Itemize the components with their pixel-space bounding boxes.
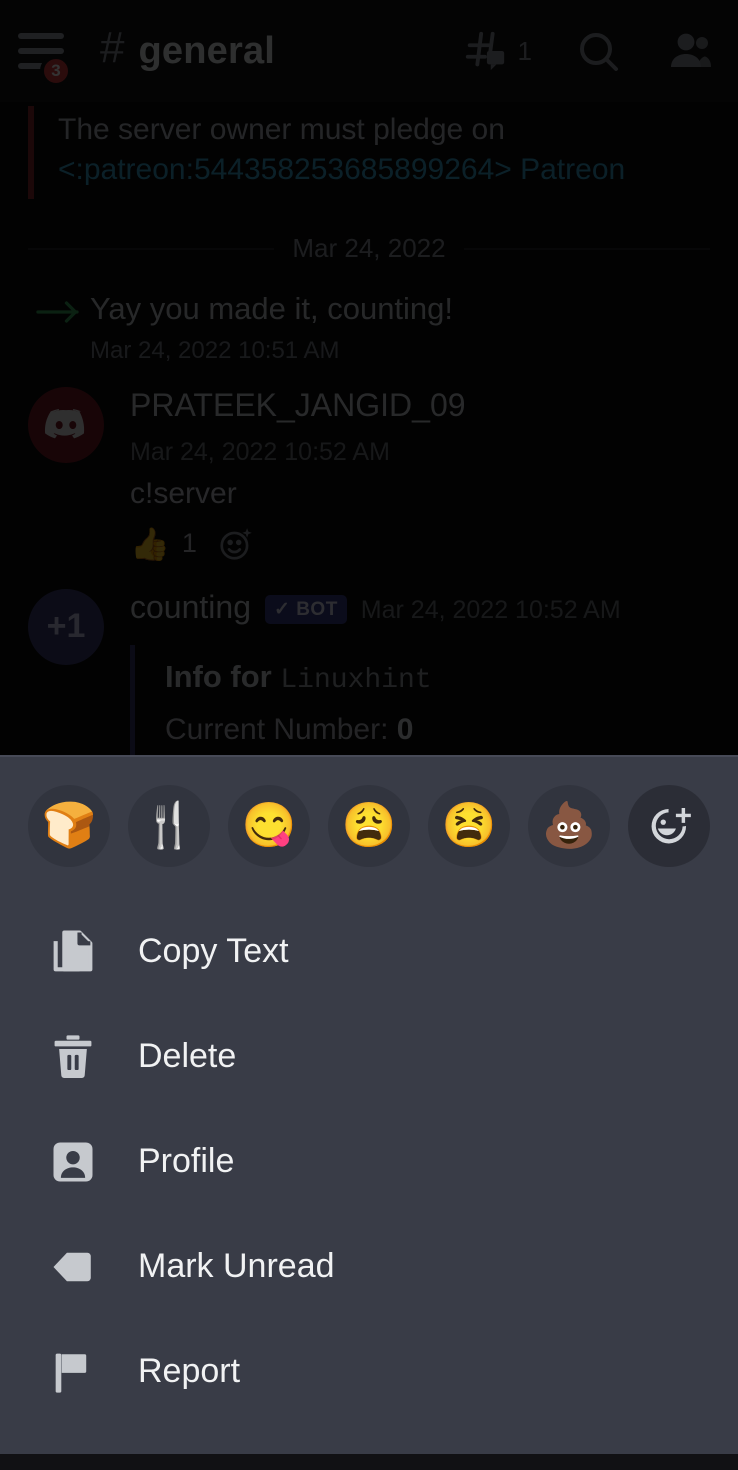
message-row[interactable]: PRATEEK_JANGID_09 Mar 24, 2022 10:52 AM … xyxy=(0,365,738,567)
menu-item-mark-unread[interactable]: Mark Unread xyxy=(0,1214,738,1319)
menu-item-label: Report xyxy=(138,1352,241,1390)
system-message-text: Yay you made it, counting! xyxy=(90,291,454,327)
header-actions: 1 xyxy=(459,25,720,77)
channel-header: 3 # general 1 xyxy=(0,0,738,102)
date-divider: Mar 24, 2022 xyxy=(28,233,710,264)
message-row[interactable]: +1 counting ✓ BOT Mar 24, 2022 10:52 AM … xyxy=(0,567,738,755)
message-timestamp: Mar 24, 2022 10:52 AM xyxy=(130,437,390,466)
fork-and-knife-emoji[interactable]: 🍴 xyxy=(128,785,210,867)
profile-icon xyxy=(44,1136,102,1188)
message-header: counting ✓ BOT Mar 24, 2022 10:52 AM xyxy=(130,589,710,627)
menu-item-label: Delete xyxy=(138,1037,237,1075)
patreon-link[interactable]: <:patreon:544358253685899264> Patreon xyxy=(58,153,625,186)
date-divider-label: Mar 24, 2022 xyxy=(292,233,446,264)
hamburger-line xyxy=(18,33,64,39)
unread-badge: 3 xyxy=(40,55,72,87)
mark-unread-icon xyxy=(44,1241,102,1293)
channel-name: general xyxy=(138,29,276,72)
hash-icon: # xyxy=(100,23,125,72)
hamburger-line xyxy=(18,48,64,54)
bot-avatar-label: +1 xyxy=(46,607,86,646)
divider-rule-left xyxy=(28,247,275,250)
bread-emoji[interactable]: 🍞 xyxy=(28,785,110,867)
flag-icon xyxy=(44,1346,102,1398)
menu-item-label: Copy Text xyxy=(138,932,289,970)
members-icon[interactable] xyxy=(664,25,716,77)
menu-item-delete[interactable]: Delete xyxy=(0,1004,738,1109)
message-action-sheet: 🍞 🍴 😋 😩 😫 💩 Copy Text Delete Profile Mar… xyxy=(0,755,738,1470)
threads-icon xyxy=(459,25,511,77)
system-message-timestamp: Mar 24, 2022 10:51 AM xyxy=(90,336,340,364)
message-embed: Info for Linuxhint Current Number: 0 Las… xyxy=(130,644,710,755)
menu-item-label: Mark Unread xyxy=(138,1247,335,1285)
discord-mobile-screen: 3 # general 1 The server owner must pled… xyxy=(0,0,738,1470)
tired-face-emoji[interactable]: 😫 xyxy=(428,785,510,867)
message-author[interactable]: PRATEEK_JANGID_09 xyxy=(130,387,466,424)
system-message-body: Yay you made it, counting! Mar 24, 2022 … xyxy=(90,290,453,365)
verified-check-icon: ✓ xyxy=(273,598,291,620)
embed-title: Info for Linuxhint xyxy=(165,658,432,696)
threads-button[interactable]: 1 xyxy=(459,25,532,77)
chat-layer: 3 # general 1 The server owner must pled… xyxy=(0,0,738,755)
thumbs-up-emoji: 👍 xyxy=(130,525,170,562)
message-timestamp: Mar 24, 2022 10:52 AM xyxy=(360,595,621,624)
add-reaction-button[interactable] xyxy=(628,785,710,867)
menu-button[interactable]: 3 xyxy=(18,29,72,87)
system-message: Yay you made it, counting! Mar 24, 2022 … xyxy=(0,290,738,365)
reaction-count: 1 xyxy=(181,528,197,559)
message-header: PRATEEK_JANGID_09 Mar 24, 2022 10:52 AM xyxy=(130,387,710,467)
poop-emoji[interactable]: 💩 xyxy=(528,785,610,867)
message-author[interactable]: counting xyxy=(130,589,251,626)
quoted-message-text: The server owner must pledge on <:patreo… xyxy=(58,113,626,186)
threads-count: 1 xyxy=(517,35,532,66)
search-icon[interactable] xyxy=(572,25,624,77)
weary-face-emoji[interactable]: 😩 xyxy=(328,785,410,867)
menu-item-report[interactable]: Report xyxy=(0,1319,738,1424)
reaction-thumbs-up[interactable]: 👍 1 xyxy=(130,525,197,563)
discord-logo-avatar[interactable] xyxy=(28,386,104,463)
message-body: PRATEEK_JANGID_09 Mar 24, 2022 10:52 AM … xyxy=(130,387,710,567)
menu-item-copy-text[interactable]: Copy Text xyxy=(0,899,738,1004)
embed-line: Current Number: 0 xyxy=(165,712,414,746)
bot-avatar[interactable]: +1 xyxy=(28,588,104,665)
face-savoring-food-emoji[interactable]: 😋 xyxy=(228,785,310,867)
add-reaction-icon[interactable] xyxy=(217,525,255,563)
copy-icon xyxy=(44,926,102,978)
arrow-right-icon xyxy=(28,290,90,328)
system-navigation-bar xyxy=(0,1454,738,1470)
message-body: counting ✓ BOT Mar 24, 2022 10:52 AM Inf… xyxy=(130,589,710,755)
quick-reaction-row: 🍞 🍴 😋 😩 😫 💩 xyxy=(0,757,738,893)
embed-title-sub: Linuxhint xyxy=(280,664,432,696)
menu-item-label: Profile xyxy=(138,1142,235,1180)
message-reactions: 👍 1 xyxy=(130,525,710,563)
divider-rule-right xyxy=(463,247,710,250)
bot-badge-label: BOT xyxy=(296,598,338,620)
action-menu: Copy Text Delete Profile Mark Unread Rep… xyxy=(0,893,738,1424)
message-text: c!server xyxy=(130,476,237,510)
quoted-message: The server owner must pledge on <:patreo… xyxy=(28,106,738,200)
menu-item-profile[interactable]: Profile xyxy=(0,1109,738,1214)
message-list[interactable]: The server owner must pledge on <:patreo… xyxy=(0,106,738,755)
bot-badge: ✓ BOT xyxy=(264,594,347,624)
trash-icon xyxy=(44,1031,102,1083)
